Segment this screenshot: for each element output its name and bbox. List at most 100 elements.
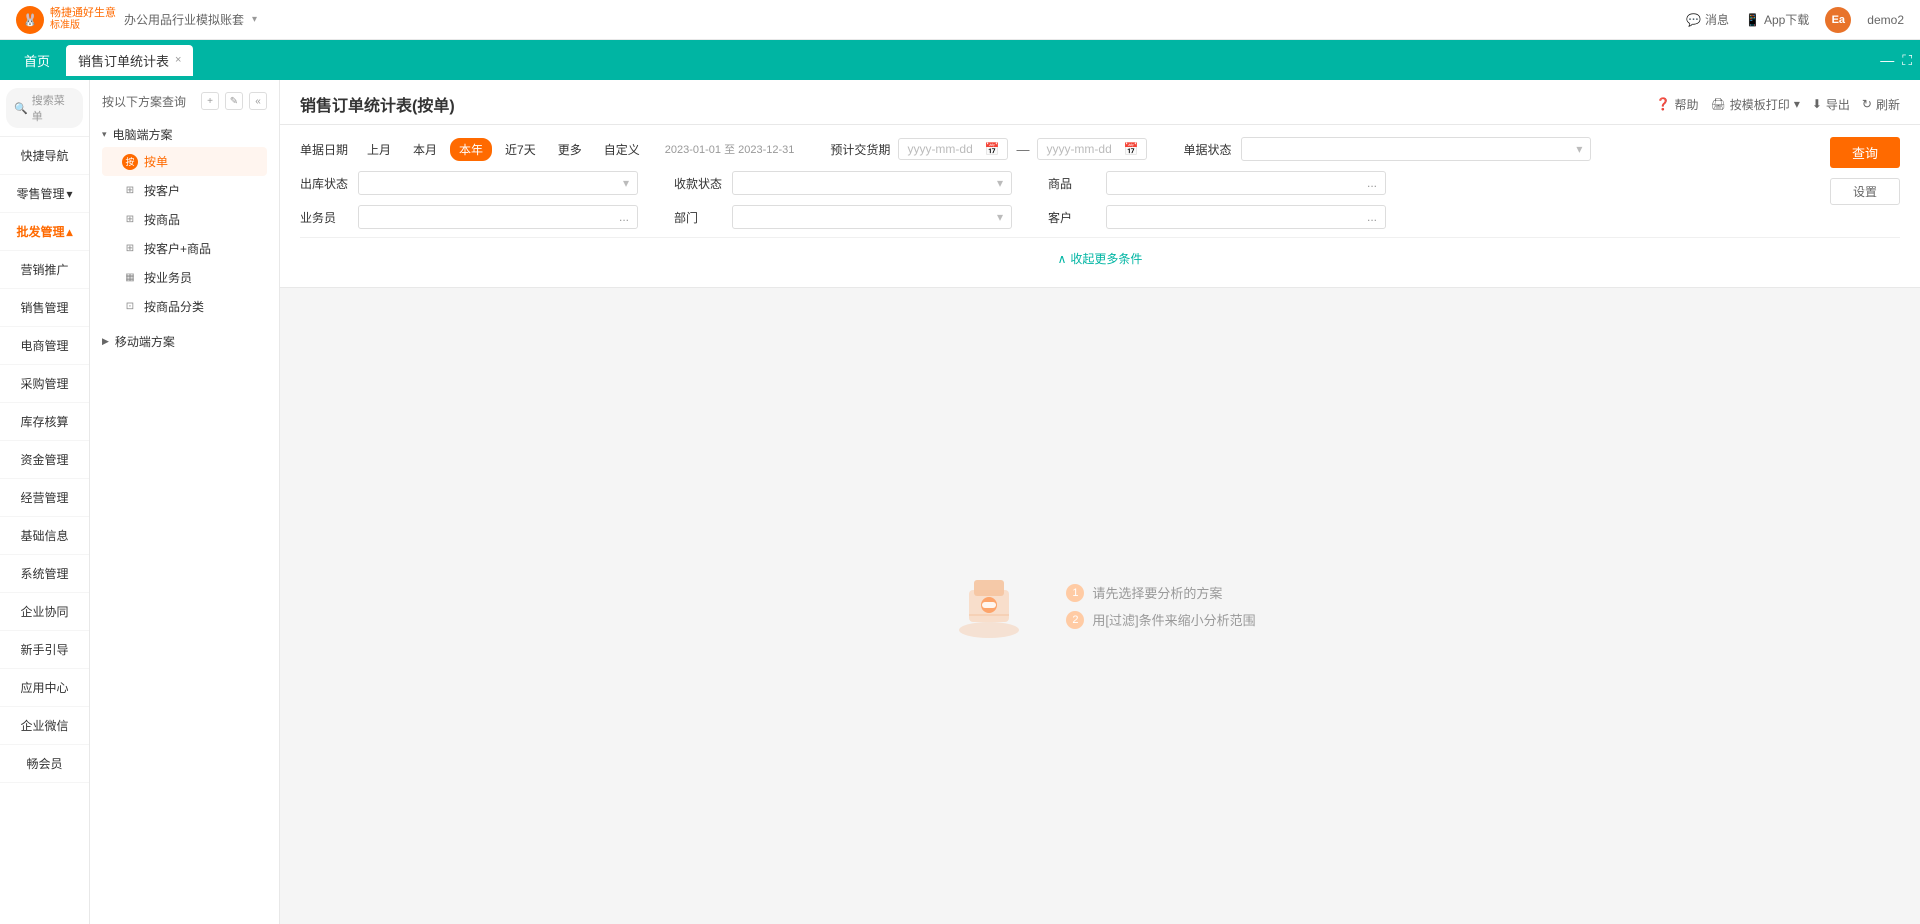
collapse-button[interactable]: ∧ 收起更多条件: [300, 242, 1900, 275]
main-layout: 🔍 搜索菜单 快捷导航 零售管理 ▾ 批发管理 ▴ 营销推广 销售管理 电商管理…: [0, 80, 1920, 924]
sidebar-item-finance[interactable]: 资金管理: [0, 441, 89, 479]
filter-payment-status-field: 收款状态 ▾: [674, 171, 1012, 195]
by-cust-prod-icon: ⊞: [122, 241, 138, 257]
salesperson-input[interactable]: ...: [358, 205, 638, 229]
doc-status-arrow-icon: ▾: [1576, 142, 1582, 156]
date-last-7[interactable]: 近7天: [496, 138, 545, 161]
ship-status-arrow-icon: ▾: [623, 176, 629, 190]
date-more[interactable]: 更多: [549, 138, 591, 161]
filter-delivery-field: 预计交货期 yyyy-mm-dd 📅 — yyyy-mm-dd 📅: [830, 138, 1147, 160]
avatar[interactable]: Ea: [1825, 7, 1851, 33]
username-label[interactable]: demo2: [1867, 13, 1904, 27]
sidebar-item-basic[interactable]: 基础信息: [0, 517, 89, 555]
delivery-label: 预计交货期: [830, 141, 890, 158]
filter-area: 单据日期 上月 本月 本年 近7天 更多 自定义: [280, 125, 1920, 288]
search-input[interactable]: 🔍 搜索菜单: [6, 88, 83, 128]
topbar-left: 🐰 畅捷通好生意 标准版 办公用品行业模拟账套 ▾: [16, 6, 257, 34]
sidebar-item-ecom[interactable]: 电商管理: [0, 327, 89, 365]
sidebar-item-appstore[interactable]: 应用中心: [0, 669, 89, 707]
sidebar-item-retail[interactable]: 零售管理 ▾: [0, 175, 89, 213]
print-icon: 🖨: [1711, 97, 1726, 111]
page-title: 销售订单统计表(按单): [300, 92, 455, 116]
sidebar-item-corpwx[interactable]: 企业微信: [0, 707, 89, 745]
customer-input[interactable]: ...: [1106, 205, 1386, 229]
scheme-item-by-product[interactable]: ⊞ 按商品: [102, 205, 267, 234]
doc-status-label: 单据状态: [1183, 141, 1233, 158]
scheme-item-by-cust-prod[interactable]: ⊞ 按客户+商品: [102, 234, 267, 263]
date-label: 单据日期: [300, 141, 350, 158]
scheme-item-by-customer[interactable]: ⊞ 按客户: [102, 176, 267, 205]
goods-label: 商品: [1048, 175, 1098, 192]
template-print-button[interactable]: 🖨 按模板打印 ▾: [1711, 96, 1800, 113]
sidebar-item-marketing[interactable]: 营销推广: [0, 251, 89, 289]
calendar-icon-2: 📅: [1123, 142, 1138, 156]
scheme-group-mobile-header[interactable]: ▶ 移动端方案: [102, 329, 267, 354]
empty-hint-1: 1 请先选择要分析的方案: [1066, 583, 1255, 602]
customer-label: 客户: [1048, 209, 1098, 226]
scheme-item-by-order[interactable]: 按 按单: [102, 147, 267, 176]
logo-icon: 🐰: [16, 6, 44, 34]
refresh-button[interactable]: ↻ 刷新: [1862, 96, 1900, 113]
ship-status-select[interactable]: ▾: [358, 171, 638, 195]
by-category-icon: ⊡: [122, 299, 138, 315]
tab-sales-order-stats[interactable]: 销售订单统计表 ×: [66, 45, 193, 76]
doc-status-select[interactable]: ▾: [1241, 137, 1591, 161]
sidebar-item-quick-nav[interactable]: 快捷导航: [0, 137, 89, 175]
delivery-end-input[interactable]: yyyy-mm-dd 📅: [1037, 138, 1147, 160]
filter-customer-field: 客户 ...: [1048, 205, 1386, 229]
wholesale-arrow-icon: ▴: [66, 225, 72, 239]
date-this-year[interactable]: 本年: [450, 138, 492, 161]
sidebar-item-enterprise[interactable]: 企业协同: [0, 593, 89, 631]
main-content: 销售订单统计表(按单) ❓ 帮助 🖨 按模板打印 ▾ ⬇ 导出: [280, 80, 1920, 924]
search-icon: 🔍: [14, 102, 28, 115]
minimize-button[interactable]: —: [1880, 52, 1894, 69]
sidebar-item-member[interactable]: 畅会员: [0, 745, 89, 783]
empty-state: 1 请先选择要分析的方案 2 用[过滤]条件来缩小分析范围: [280, 288, 1920, 924]
date-separator: —: [1016, 142, 1029, 157]
goods-input[interactable]: ...: [1106, 171, 1386, 195]
print-arrow-icon: ▾: [1794, 97, 1800, 111]
department-select[interactable]: ▾: [732, 205, 1012, 229]
help-button[interactable]: ❓ 帮助: [1656, 96, 1699, 113]
app-title-arrow-icon[interactable]: ▾: [252, 14, 257, 25]
sidebar-item-newbie[interactable]: 新手引导: [0, 631, 89, 669]
topbar-right: 💬 消息 📱 App下载 Ea demo2: [1686, 7, 1904, 33]
filter-date-field: 单据日期 上月 本月 本年 近7天 更多 自定义: [300, 138, 649, 161]
filter-collapse-row: ∧ 收起更多条件: [300, 237, 1900, 275]
payment-status-arrow-icon: ▾: [997, 176, 1003, 190]
settings-button[interactable]: 设置: [1830, 178, 1900, 205]
page-header-actions: ❓ 帮助 🖨 按模板打印 ▾ ⬇ 导出 ↻ 刷新: [1656, 96, 1900, 113]
sidebar-item-inventory[interactable]: 库存核算: [0, 403, 89, 441]
delivery-start-input[interactable]: yyyy-mm-dd 📅: [898, 138, 1008, 160]
tab-close-icon[interactable]: ×: [175, 54, 181, 66]
sidebar-item-ops[interactable]: 经营管理: [0, 479, 89, 517]
refresh-icon: ↻: [1862, 97, 1872, 111]
payment-status-label: 收款状态: [674, 175, 724, 192]
sidebar-item-sales[interactable]: 销售管理: [0, 289, 89, 327]
download-icon: 📱: [1745, 13, 1760, 27]
app-download-button[interactable]: 📱 App下载: [1745, 11, 1809, 28]
export-button[interactable]: ⬇ 导出: [1812, 96, 1850, 113]
sidebar-search[interactable]: 🔍 搜索菜单: [0, 80, 89, 137]
scheme-panel-header: 按以下方案查询 + ✎ «: [90, 88, 279, 118]
sidebar: 🔍 搜索菜单 快捷导航 零售管理 ▾ 批发管理 ▴ 营销推广 销售管理 电商管理…: [0, 80, 90, 924]
sidebar-item-wholesale[interactable]: 批发管理 ▴: [0, 213, 89, 251]
add-scheme-button[interactable]: +: [201, 92, 219, 110]
date-custom[interactable]: 自定义: [595, 138, 649, 161]
scheme-item-by-staff[interactable]: ▦ 按业务员: [102, 263, 267, 292]
maximize-button[interactable]: ⛶: [1902, 52, 1912, 69]
hint-num-1: 1: [1066, 584, 1084, 602]
date-last-month[interactable]: 上月: [358, 138, 400, 161]
date-this-month[interactable]: 本月: [404, 138, 446, 161]
collapse-scheme-button[interactable]: «: [249, 92, 267, 110]
sidebar-item-purchase[interactable]: 采购管理: [0, 365, 89, 403]
payment-status-select[interactable]: ▾: [732, 171, 1012, 195]
edit-scheme-button[interactable]: ✎: [225, 92, 243, 110]
tab-home[interactable]: 首页: [8, 45, 66, 76]
query-button[interactable]: 查询: [1830, 137, 1900, 168]
message-button[interactable]: 💬 消息: [1686, 11, 1729, 28]
sidebar-item-system[interactable]: 系统管理: [0, 555, 89, 593]
scheme-panel-icons: + ✎ «: [201, 92, 267, 110]
scheme-item-by-category[interactable]: ⊡ 按商品分类: [102, 292, 267, 321]
scheme-group-pc-header[interactable]: ▾ 电脑端方案: [102, 122, 267, 147]
